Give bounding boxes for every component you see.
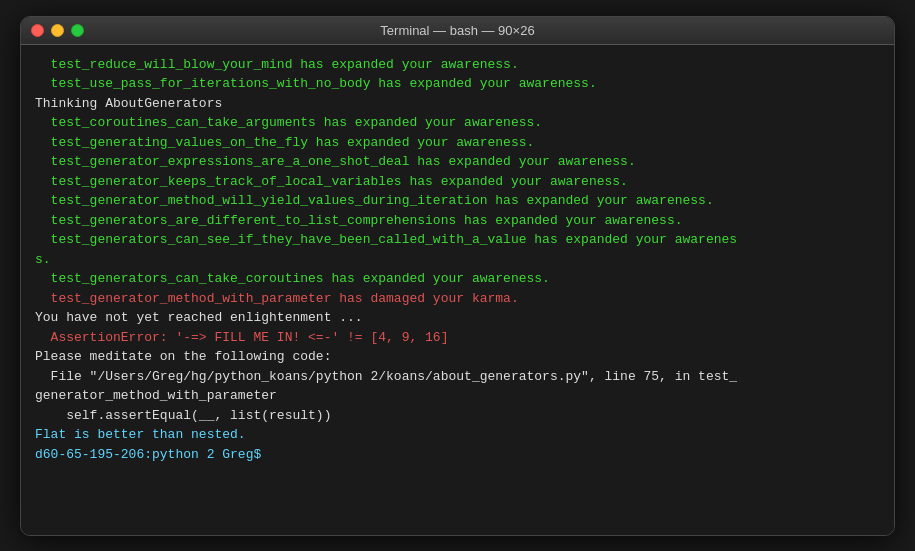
- terminal-line: File "/Users/Greg/hg/python_koans/python…: [35, 367, 880, 387]
- terminal-line: test_generator_method_will_yield_values_…: [35, 191, 880, 211]
- minimize-button[interactable]: [51, 24, 64, 37]
- terminal-line: You have not yet reached enlightenment .…: [35, 308, 880, 328]
- terminal-line: generator_method_with_parameter: [35, 386, 880, 406]
- terminal-line: test_generator_expressions_are_a_one_sho…: [35, 152, 880, 172]
- terminal-body[interactable]: test_reduce_will_blow_your_mind has expa…: [21, 45, 894, 535]
- terminal-line: test_generators_can_take_coroutines has …: [35, 269, 880, 289]
- terminal-line: s.: [35, 250, 880, 270]
- traffic-lights: [31, 24, 84, 37]
- terminal-line: test_generator_keeps_track_of_local_vari…: [35, 172, 880, 192]
- terminal-line: Please meditate on the following code:: [35, 347, 880, 367]
- window-title: Terminal — bash — 90×26: [380, 23, 534, 38]
- terminal-line: Flat is better than nested.: [35, 425, 880, 445]
- title-bar: Terminal — bash — 90×26: [21, 17, 894, 45]
- terminal-line: test_coroutines_can_take_arguments has e…: [35, 113, 880, 133]
- maximize-button[interactable]: [71, 24, 84, 37]
- terminal-line: self.assertEqual(__, list(result)): [35, 406, 880, 426]
- terminal-line: test_use_pass_for_iterations_with_no_bod…: [35, 74, 880, 94]
- terminal-line: Thinking AboutGenerators: [35, 94, 880, 114]
- terminal-window: Terminal — bash — 90×26 test_reduce_will…: [20, 16, 895, 536]
- terminal-line: test_generators_are_different_to_list_co…: [35, 211, 880, 231]
- terminal-line: d60-65-195-206:python 2 Greg$: [35, 445, 880, 465]
- terminal-line: test_generator_method_with_parameter has…: [35, 289, 880, 309]
- close-button[interactable]: [31, 24, 44, 37]
- terminal-line: test_reduce_will_blow_your_mind has expa…: [35, 55, 880, 75]
- terminal-line: test_generating_values_on_the_fly has ex…: [35, 133, 880, 153]
- terminal-line: AssertionError: '-=> FILL ME IN! <=-' !=…: [35, 328, 880, 348]
- terminal-line: test_generators_can_see_if_they_have_bee…: [35, 230, 880, 250]
